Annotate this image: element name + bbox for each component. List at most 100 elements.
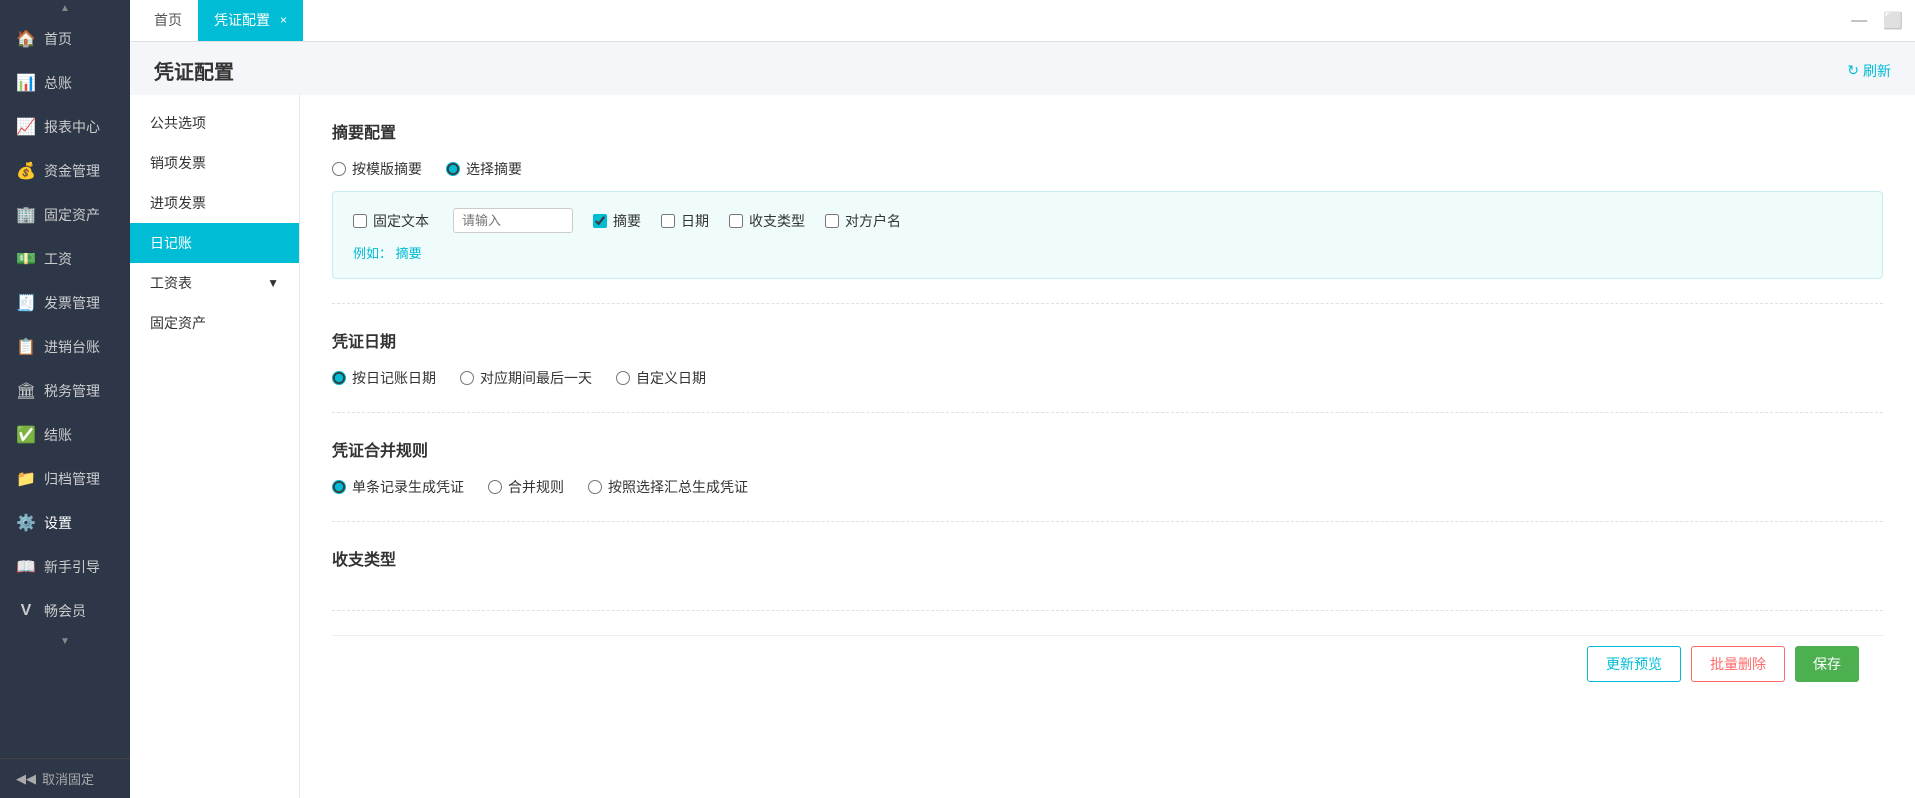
summary-config-box: 固定文本 摘要 日期: [332, 191, 1883, 279]
sidebar-unpin-button[interactable]: ◀◀ 取消固定: [0, 758, 130, 798]
check-counterpart-label: 对方户名: [845, 211, 901, 231]
radio-template-summary[interactable]: 按模版摘要: [332, 159, 422, 179]
unpin-icon: ◀◀: [16, 771, 36, 787]
right-content: 摘要配置 按模版摘要 选择摘要: [300, 95, 1915, 798]
radio-merge-rules[interactable]: 合并规则: [488, 477, 564, 497]
content-area: 凭证配置 ↻ 刷新 公共选项 销项发票 进项发票 日记账: [130, 42, 1915, 798]
check-payment-type-input[interactable]: [729, 214, 743, 228]
radio-merge-rules-label: 合并规则: [508, 477, 564, 497]
check-counterpart-input[interactable]: [825, 214, 839, 228]
tab-voucher-config[interactable]: 凭证配置 ×: [198, 0, 303, 41]
sidebar-item-settings[interactable]: ⚙️ 设置: [0, 501, 130, 545]
radio-custom-date[interactable]: 自定义日期: [616, 368, 706, 388]
fixed-text-input[interactable]: [453, 208, 573, 233]
batch-delete-button[interactable]: 批量删除: [1691, 646, 1785, 682]
left-nav-item-payroll-table[interactable]: 工资表 ▼: [130, 263, 299, 303]
check-date-input[interactable]: [661, 214, 675, 228]
tabbar-restore-button[interactable]: ⬜: [1879, 7, 1907, 35]
left-nav-fixed-assets-label: 固定资产: [150, 313, 206, 333]
radio-single-record-input[interactable]: [332, 480, 346, 494]
guide-icon: 📖: [16, 557, 36, 577]
tabbar-minimize-button[interactable]: —: [1847, 8, 1871, 34]
sidebar-scroll-down-arrow[interactable]: ▼: [0, 633, 130, 650]
funds-icon: 💰: [16, 161, 36, 181]
sidebar-item-home[interactable]: 🏠 首页: [0, 17, 130, 61]
sidebar: ▲ 🏠 首页 📊 总账 📈 报表中心 💰 资金管理 🏢 固定资产 💵 工资 🧾 …: [0, 0, 130, 798]
archive-icon: 📁: [16, 469, 36, 489]
sidebar-scroll-up-arrow[interactable]: ▲: [0, 0, 130, 17]
radio-single-record[interactable]: 单条记录生成凭证: [332, 477, 464, 497]
left-nav-purchase-invoice-label: 进项发票: [150, 193, 206, 213]
radio-template-summary-input[interactable]: [332, 162, 346, 176]
radio-select-summary[interactable]: 选择摘要: [446, 159, 522, 179]
save-button[interactable]: 保存: [1795, 646, 1859, 682]
check-fixed-text-label: 固定文本: [373, 211, 429, 231]
section-summary-title: 摘要配置: [332, 119, 1883, 143]
sidebar-item-funds-label: 资金管理: [44, 161, 100, 181]
check-date-label: 日期: [681, 211, 709, 231]
radio-select-summary-label: 选择摘要: [466, 159, 522, 179]
section-merge-rules: 凭证合并规则 单条记录生成凭证 合并规则 按照选择汇总生成凭证: [332, 437, 1883, 522]
radio-custom-date-label: 自定义日期: [636, 368, 706, 388]
tabbar: 首页 凭证配置 × — ⬜: [130, 0, 1915, 42]
sidebar-item-sales-ledger-label: 进销台账: [44, 337, 100, 357]
radio-last-day-period-input[interactable]: [460, 371, 474, 385]
radio-last-day-period[interactable]: 对应期间最后一天: [460, 368, 592, 388]
sidebar-item-ledger[interactable]: 📊 总账: [0, 61, 130, 105]
sidebar-item-invoice-mgmt[interactable]: 🧾 发票管理: [0, 281, 130, 325]
sidebar-item-settlement[interactable]: ✅ 结账: [0, 413, 130, 457]
page-title: 凭证配置: [154, 56, 234, 85]
section-voucher-date: 凭证日期 按日记账日期 对应期间最后一天 自定义日期: [332, 328, 1883, 413]
radio-template-summary-label: 按模版摘要: [352, 159, 422, 179]
left-nav-item-fixed-assets[interactable]: 固定资产: [130, 303, 299, 343]
update-preview-button[interactable]: 更新预览: [1587, 646, 1681, 682]
check-summary[interactable]: 摘要: [593, 211, 641, 231]
page-header: 凭证配置 ↻ 刷新: [130, 42, 1915, 95]
body-layout: 公共选项 销项发票 进项发票 日记账 工资表 ▼ 固定资产: [130, 95, 1915, 798]
sidebar-item-reports[interactable]: 📈 报表中心: [0, 105, 130, 149]
sidebar-item-reports-label: 报表中心: [44, 117, 100, 137]
radio-custom-date-input[interactable]: [616, 371, 630, 385]
tab-voucher-config-close[interactable]: ×: [280, 13, 287, 27]
left-nav: 公共选项 销项发票 进项发票 日记账 工资表 ▼ 固定资产: [130, 95, 300, 798]
check-fixed-text-input[interactable]: [353, 214, 367, 228]
left-nav-item-purchase-invoice[interactable]: 进项发票: [130, 183, 299, 223]
sidebar-item-settlement-label: 结账: [44, 425, 72, 445]
check-counterpart[interactable]: 对方户名: [825, 211, 901, 231]
left-nav-item-public[interactable]: 公共选项: [130, 103, 299, 143]
radio-summary-generate-input[interactable]: [588, 480, 602, 494]
check-payment-type-label: 收支类型: [749, 211, 805, 231]
sidebar-item-guide[interactable]: 📖 新手引导: [0, 545, 130, 589]
check-summary-input[interactable]: [593, 214, 607, 228]
sidebar-item-funds[interactable]: 💰 资金管理: [0, 149, 130, 193]
sidebar-item-assets[interactable]: 🏢 固定资产: [0, 193, 130, 237]
assets-icon: 🏢: [16, 205, 36, 225]
sidebar-item-archive-label: 归档管理: [44, 469, 100, 489]
sidebar-unpin-label: 取消固定: [42, 769, 94, 788]
footer-buttons: 更新预览 批量删除 保存: [332, 635, 1883, 692]
sidebar-item-sales-ledger[interactable]: 📋 进销台账: [0, 325, 130, 369]
sidebar-item-archive[interactable]: 📁 归档管理: [0, 457, 130, 501]
sidebar-item-payroll[interactable]: 💵 工资: [0, 237, 130, 281]
check-fixed-text[interactable]: 固定文本: [353, 211, 429, 231]
sidebar-item-member[interactable]: V 畅会员: [0, 589, 130, 633]
left-nav-public-label: 公共选项: [150, 113, 206, 133]
left-nav-item-sales-invoice[interactable]: 销项发票: [130, 143, 299, 183]
radio-by-journal-date[interactable]: 按日记账日期: [332, 368, 436, 388]
refresh-button[interactable]: ↻ 刷新: [1847, 61, 1891, 81]
left-nav-item-journal[interactable]: 日记账: [130, 223, 299, 263]
tab-home[interactable]: 首页: [138, 0, 198, 41]
sidebar-item-tax[interactable]: 🏛 税务管理: [0, 369, 130, 413]
settings-icon: ⚙️: [16, 513, 36, 533]
radio-select-summary-input[interactable]: [446, 162, 460, 176]
radio-by-journal-date-input[interactable]: [332, 371, 346, 385]
section-collection-type-title: 收支类型: [332, 546, 1883, 570]
radio-summary-generate[interactable]: 按照选择汇总生成凭证: [588, 477, 748, 497]
check-date[interactable]: 日期: [661, 211, 709, 231]
sidebar-item-member-label: 畅会员: [44, 601, 86, 621]
radio-merge-rules-input[interactable]: [488, 480, 502, 494]
summary-radio-group: 按模版摘要 选择摘要: [332, 159, 1883, 179]
radio-by-journal-date-label: 按日记账日期: [352, 368, 436, 388]
check-payment-type[interactable]: 收支类型: [729, 211, 805, 231]
check-summary-label: 摘要: [613, 211, 641, 231]
